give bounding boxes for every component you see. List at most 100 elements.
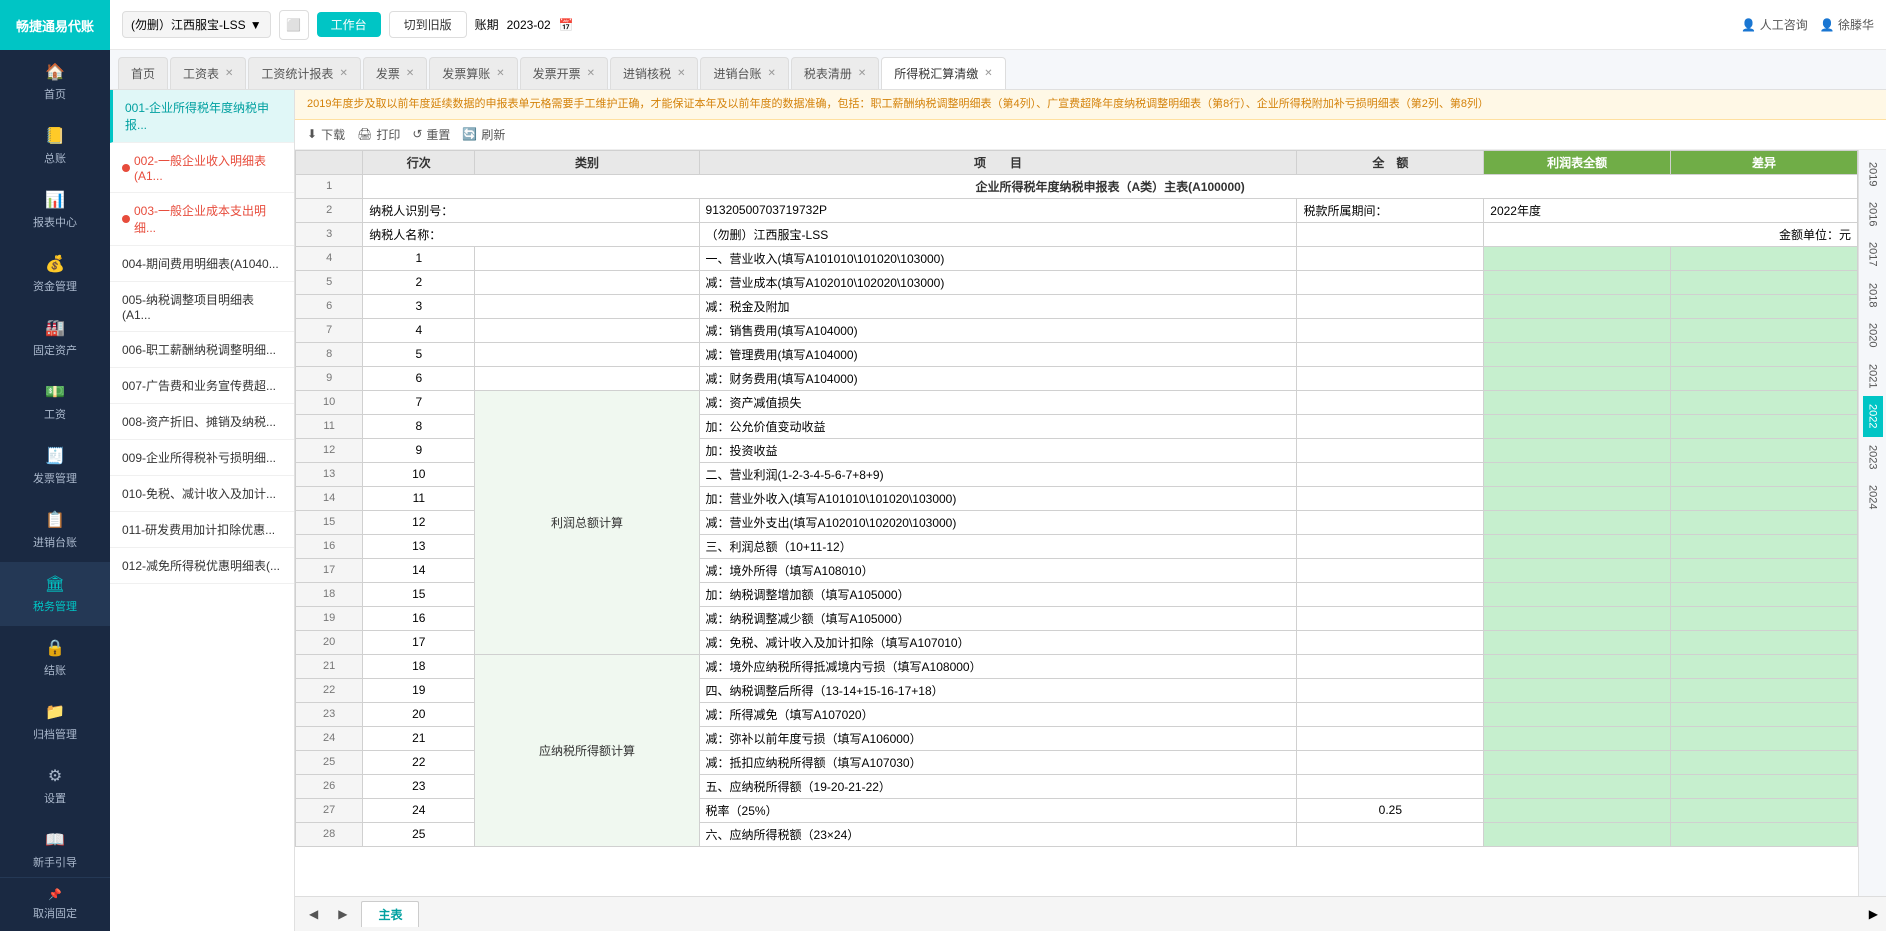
tab-home[interactable]: 首页 xyxy=(118,57,168,89)
cell-profit-amount[interactable] xyxy=(1484,510,1671,534)
cell-diff[interactable] xyxy=(1671,774,1858,798)
cell-profit-amount[interactable] xyxy=(1484,390,1671,414)
year-item-2023[interactable]: 2023 xyxy=(1863,437,1883,477)
sidebar-item-newbie[interactable]: 📖新手引导 xyxy=(0,818,110,877)
tab-salary_stat[interactable]: 工资统计报表✕ xyxy=(248,57,360,89)
year-item-2017[interactable]: 2017 xyxy=(1863,234,1883,274)
sheet-tab-main[interactable]: 主表 xyxy=(361,901,419,927)
sidebar-item-home[interactable]: 🏠首页 xyxy=(0,50,110,114)
print-button[interactable]: 🖨 打印 xyxy=(357,126,400,143)
year-item-2019[interactable]: 2019 xyxy=(1863,154,1883,194)
tab-invoice[interactable]: 发票✕ xyxy=(363,57,427,89)
cell-profit-amount[interactable] xyxy=(1484,246,1671,270)
sidebar-item-invoice[interactable]: 🧾发票管理 xyxy=(0,434,110,498)
company-selector[interactable]: (勿删）江西服宝-LSS ▼ xyxy=(122,11,271,38)
cell-profit-amount[interactable] xyxy=(1484,438,1671,462)
cell-profit-amount[interactable] xyxy=(1484,678,1671,702)
tab-invoice_calc[interactable]: 发票算账✕ xyxy=(429,57,517,89)
cell-profit-amount[interactable] xyxy=(1484,294,1671,318)
cell-diff[interactable] xyxy=(1671,390,1858,414)
cell-diff[interactable] xyxy=(1671,822,1858,846)
sidebar-item-archive[interactable]: 📁归档管理 xyxy=(0,690,110,754)
cell-profit-amount[interactable] xyxy=(1484,606,1671,630)
close-icon[interactable]: ✕ xyxy=(225,68,233,79)
sidebar-item-tax[interactable]: 🏛税务管理 xyxy=(0,562,110,626)
sidebar-item-close[interactable]: 🔒结账 xyxy=(0,626,110,690)
close-icon[interactable]: ✕ xyxy=(984,68,992,79)
cell-profit-amount[interactable] xyxy=(1484,366,1671,390)
close-icon[interactable]: ✕ xyxy=(767,68,775,79)
cell-profit-amount[interactable] xyxy=(1484,342,1671,366)
cell-amount[interactable] xyxy=(1297,750,1484,774)
cell-amount[interactable] xyxy=(1297,654,1484,678)
left-panel-item-012[interactable]: 012-减免所得税优惠明细表(... xyxy=(110,548,294,584)
cell-diff[interactable] xyxy=(1671,342,1858,366)
cell-amount[interactable] xyxy=(1297,486,1484,510)
reset-button[interactable]: ↺ 重置 xyxy=(412,126,450,143)
cell-amount[interactable] xyxy=(1297,726,1484,750)
cell-diff[interactable] xyxy=(1671,702,1858,726)
sidebar-item-settings[interactable]: ⚙设置 xyxy=(0,754,110,818)
cell-diff[interactable] xyxy=(1671,366,1858,390)
cell-amount[interactable] xyxy=(1297,462,1484,486)
cell-diff[interactable] xyxy=(1671,726,1858,750)
cell-amount[interactable] xyxy=(1297,414,1484,438)
cell-amount[interactable] xyxy=(1297,534,1484,558)
left-panel-item-007[interactable]: 007-广告费和业务宣传费超... xyxy=(110,368,294,404)
sidebar-item-purchase[interactable]: 📋进销台账 xyxy=(0,498,110,562)
cell-amount[interactable] xyxy=(1297,366,1484,390)
left-panel-item-009[interactable]: 009-企业所得税补亏损明细... xyxy=(110,440,294,476)
cell-profit-amount[interactable] xyxy=(1484,630,1671,654)
cell-profit-amount[interactable] xyxy=(1484,486,1671,510)
cell-amount[interactable]: 0.25 xyxy=(1297,798,1484,822)
cell-diff[interactable] xyxy=(1671,246,1858,270)
close-icon[interactable]: ✕ xyxy=(339,68,347,79)
cell-amount[interactable] xyxy=(1297,510,1484,534)
tab-income_tax[interactable]: 所得税汇算清缴✕ xyxy=(881,57,1005,89)
cell-profit-amount[interactable] xyxy=(1484,822,1671,846)
cell-amount[interactable] xyxy=(1297,678,1484,702)
refresh-button[interactable]: 🔄 刷新 xyxy=(462,126,505,143)
left-panel-item-008[interactable]: 008-资产折旧、摊销及纳税... xyxy=(110,404,294,440)
cell-diff[interactable] xyxy=(1671,294,1858,318)
cell-amount[interactable] xyxy=(1297,270,1484,294)
scroll-right-icon[interactable]: ▶ xyxy=(1869,907,1878,921)
user-service[interactable]: 👤 人工咨询 xyxy=(1741,16,1807,33)
cell-diff[interactable] xyxy=(1671,678,1858,702)
cell-diff[interactable] xyxy=(1671,510,1858,534)
cell-diff[interactable] xyxy=(1671,438,1858,462)
tab-tax_clear[interactable]: 税表清册✕ xyxy=(791,57,879,89)
cell-diff[interactable] xyxy=(1671,534,1858,558)
cell-profit-amount[interactable] xyxy=(1484,318,1671,342)
sidebar-bottom[interactable]: 📌 取消固定 xyxy=(0,877,110,931)
cell-amount[interactable] xyxy=(1297,438,1484,462)
sidebar-item-ledger[interactable]: 📒总账 xyxy=(0,114,110,178)
spreadsheet-wrap[interactable]: 行次 类别 项 目 全 额 利润表全额 差异 1 企业所得税年度纳税申报表（A类… xyxy=(295,150,1858,897)
cell-diff[interactable] xyxy=(1671,630,1858,654)
cell-profit-amount[interactable] xyxy=(1484,414,1671,438)
cell-profit-amount[interactable] xyxy=(1484,462,1671,486)
cell-profit-amount[interactable] xyxy=(1484,654,1671,678)
nav-next[interactable]: ▶ xyxy=(332,905,353,923)
left-panel-item-002[interactable]: 002-一般企业收入明细表(A1... xyxy=(110,143,294,193)
cell-amount[interactable] xyxy=(1297,822,1484,846)
close-icon[interactable]: ✕ xyxy=(858,68,866,79)
cell-diff[interactable] xyxy=(1671,582,1858,606)
left-panel-item-005[interactable]: 005-纳税调整项目明细表(A1... xyxy=(110,282,294,332)
cell-profit-amount[interactable] xyxy=(1484,750,1671,774)
copy-icon-btn[interactable]: ⬜ xyxy=(279,10,309,40)
cell-profit-amount[interactable] xyxy=(1484,726,1671,750)
cell-diff[interactable] xyxy=(1671,750,1858,774)
left-panel-item-003[interactable]: 003-一般企业成本支出明细... xyxy=(110,193,294,246)
cell-diff[interactable] xyxy=(1671,606,1858,630)
sidebar-item-salary[interactable]: 💵工资 xyxy=(0,370,110,434)
cell-diff[interactable] xyxy=(1671,318,1858,342)
cell-amount[interactable] xyxy=(1297,606,1484,630)
tab-salary[interactable]: 工资表✕ xyxy=(170,57,246,89)
switch-old-button[interactable]: 切到旧版 xyxy=(389,11,467,38)
cell-diff[interactable] xyxy=(1671,654,1858,678)
cell-amount[interactable] xyxy=(1297,558,1484,582)
cell-diff[interactable] xyxy=(1671,270,1858,294)
cell-diff[interactable] xyxy=(1671,798,1858,822)
workstation-button[interactable]: 工作台 xyxy=(317,12,381,37)
